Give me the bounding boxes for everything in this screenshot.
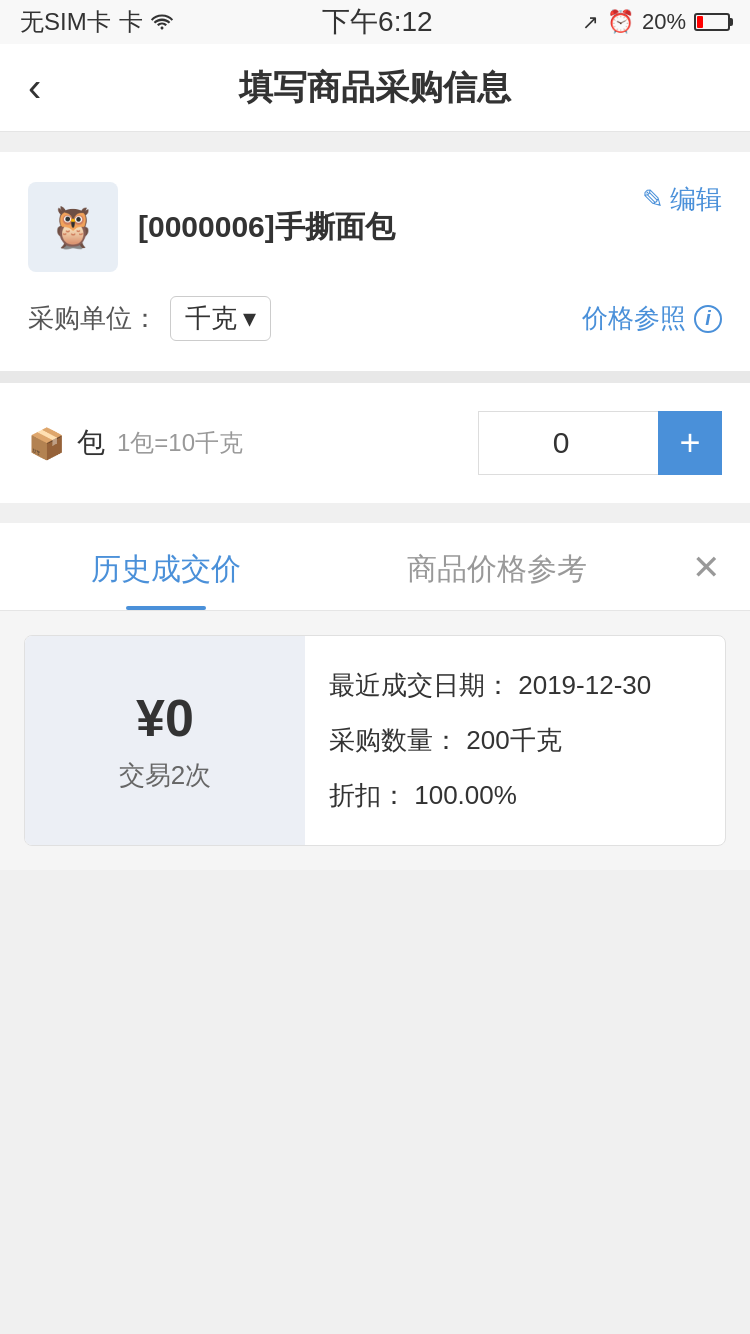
battery-icon	[694, 13, 730, 31]
section-divider	[0, 371, 750, 383]
transaction-qty-row: 采购数量： 200千克	[329, 721, 701, 760]
transaction-details: 最近成交日期： 2019-12-30 采购数量： 200千克 折扣： 100.0…	[305, 636, 725, 845]
status-bar: 无SIM卡 卡 下午6:12 ↗ ⏰ 20%	[0, 0, 750, 44]
product-footer: 采购单位： 千克 ▾ 价格参照 i	[28, 296, 722, 341]
info-icon: i	[694, 305, 722, 333]
date-value: 2019-12-30	[518, 670, 651, 700]
tab-history-price[interactable]: 历史成交价	[0, 523, 331, 610]
product-thumbnail: 🦉	[28, 182, 118, 272]
price-ref-button[interactable]: 价格参照 i	[582, 301, 722, 336]
discount-label: 折扣：	[329, 780, 407, 810]
tab-close-button[interactable]: ✕	[662, 547, 750, 587]
transaction-count: 交易2次	[119, 758, 211, 793]
unit-value: 千克	[185, 301, 237, 336]
alarm-icon: ⏰	[607, 9, 634, 35]
qty-value: 200千克	[466, 725, 561, 755]
bag-label: 包	[77, 424, 105, 462]
discount-value: 100.00%	[414, 780, 517, 810]
product-name: [0000006]手撕面包	[138, 207, 395, 248]
product-image-icon: 🦉	[48, 204, 98, 251]
transaction-price: ¥0	[136, 688, 194, 748]
unit-select[interactable]: 千克 ▾	[170, 296, 271, 341]
quantity-input[interactable]	[479, 412, 658, 474]
plus-button[interactable]: +	[658, 411, 722, 475]
close-icon: ✕	[692, 547, 720, 587]
carrier-label: 无SIM卡	[20, 6, 111, 38]
qty-label: 采购数量：	[329, 725, 459, 755]
edit-icon: ✎	[642, 184, 664, 215]
product-left: 🦉 [0000006]手撕面包	[28, 182, 395, 272]
transaction-section: ¥0 交易2次 最近成交日期： 2019-12-30 采购数量： 200千克 折…	[0, 611, 750, 870]
nav-bar: ‹ 填写商品采购信息	[0, 44, 750, 132]
product-header: 🦉 [0000006]手撕面包 ✎ 编辑	[28, 182, 722, 272]
tab-price-ref[interactable]: 商品价格参考	[331, 523, 662, 610]
transaction-summary: ¥0 交易2次	[25, 636, 305, 845]
status-right: ↗ ⏰ 20%	[582, 9, 730, 35]
sim-label: 卡	[119, 6, 143, 38]
transaction-card: ¥0 交易2次 最近成交日期： 2019-12-30 采购数量： 200千克 折…	[24, 635, 726, 846]
location-icon: ↗	[582, 10, 599, 34]
transaction-discount-row: 折扣： 100.00%	[329, 776, 701, 815]
product-card: 🦉 [0000006]手撕面包 ✎ 编辑 采购单位： 千克 ▾ 价格参照 i	[0, 152, 750, 371]
status-left: 无SIM卡 卡	[20, 6, 173, 38]
transaction-date-row: 最近成交日期： 2019-12-30	[329, 666, 701, 705]
edit-label: 编辑	[670, 182, 722, 217]
price-ref-label: 价格参照	[582, 301, 686, 336]
status-time: 下午6:12	[322, 3, 433, 41]
chevron-down-icon: ▾	[243, 303, 256, 334]
tabs-bar: 历史成交价 商品价格参考 ✕	[0, 523, 750, 611]
date-label: 最近成交日期：	[329, 670, 511, 700]
tab-history-label: 历史成交价	[91, 552, 241, 585]
quantity-input-wrap	[478, 411, 658, 475]
battery-percent: 20%	[642, 9, 686, 35]
quantity-controls: +	[478, 411, 722, 475]
back-button[interactable]: ‹	[28, 65, 41, 110]
quantity-label: 📦 包 1包=10千克	[28, 424, 243, 462]
bag-icon: 📦	[28, 426, 65, 461]
tab-price-ref-label: 商品价格参考	[407, 552, 587, 585]
unit-label: 采购单位：	[28, 301, 158, 336]
wifi-icon	[151, 8, 173, 36]
quantity-row: 📦 包 1包=10千克 +	[0, 383, 750, 503]
page-title: 填写商品采购信息	[239, 65, 511, 111]
bag-sub-label: 1包=10千克	[117, 427, 243, 459]
unit-row: 采购单位： 千克 ▾	[28, 296, 271, 341]
edit-button[interactable]: ✎ 编辑	[642, 182, 722, 217]
